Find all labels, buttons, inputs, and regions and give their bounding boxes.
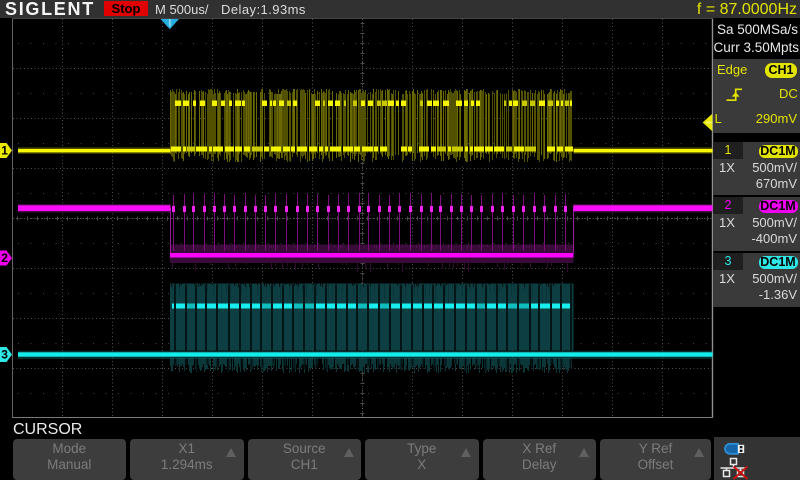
svg-text:2: 2 — [1, 251, 8, 265]
svg-text:1: 1 — [1, 144, 8, 158]
svg-text:3: 3 — [1, 348, 8, 362]
